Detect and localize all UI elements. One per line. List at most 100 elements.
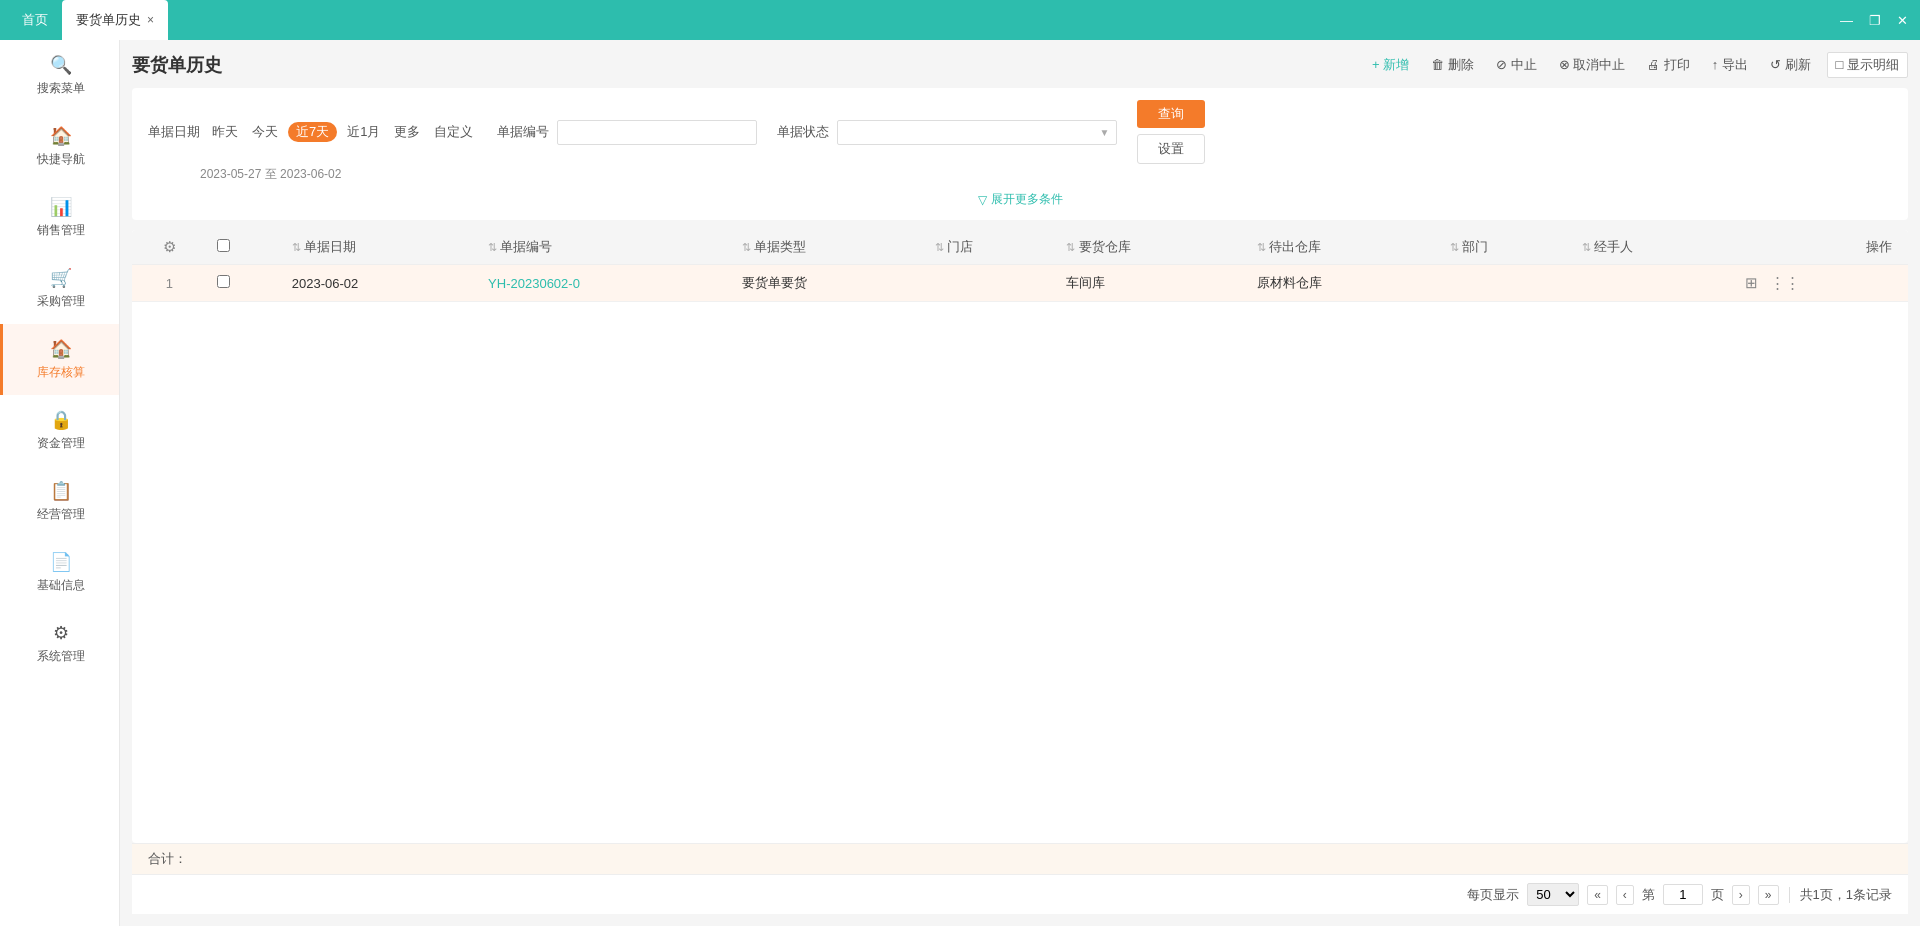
date-filter-label: 单据日期 (148, 123, 200, 141)
first-page-button[interactable]: « (1587, 885, 1608, 905)
toolbar: + 新增 🗑 删除 ⊘ 中止 ⊗ 取消中止 🖨 打印 ↑ 导出 ↺ 刷新 □ 显… (1366, 52, 1908, 78)
docno-filter-label: 单据编号 (497, 123, 549, 141)
cart-icon: 🛒 (50, 267, 72, 289)
checkbox-col-header[interactable] (207, 230, 282, 265)
docno-input[interactable] (557, 120, 757, 145)
sidebar-item-quick-nav[interactable]: 🏠 快捷导航 (0, 111, 119, 182)
table-settings-icon[interactable]: ⚙ (163, 238, 176, 256)
bottom-bar: 合计： (132, 843, 1908, 874)
row-date: 2023-06-02 (282, 265, 478, 302)
col-docno[interactable]: 单据编号 (478, 230, 732, 265)
next-page-button[interactable]: › (1732, 885, 1750, 905)
date-shortcut-yesterday[interactable]: 昨天 (208, 122, 242, 142)
expand-more-button[interactable]: ▽ 展开更多条件 (148, 191, 1892, 208)
col-dept[interactable]: 部门 (1440, 230, 1572, 265)
display-detail-button[interactable]: □ 显示明细 (1827, 52, 1908, 78)
sidebar-item-operations[interactable]: 📋 经营管理 (0, 466, 119, 537)
setting-button[interactable]: 设置 (1137, 134, 1205, 164)
row-req-warehouse: 车间库 (1056, 265, 1247, 302)
tab-close-icon[interactable]: × (147, 13, 154, 27)
tab-purchase-history[interactable]: 要货单历史 × (62, 0, 168, 40)
filter-area: 单据日期 昨天 今天 近7天 近1月 更多 自定义 单据编号 (132, 88, 1908, 220)
table-header-row: ⚙ 单据日期 单据编号 单据类型 门店 要货仓库 待出仓库 部门 经手 (132, 230, 1908, 265)
col-pending-warehouse[interactable]: 待出仓库 (1247, 230, 1440, 265)
stop-button[interactable]: ⊘ 中止 (1490, 53, 1543, 77)
row-checkbox[interactable] (207, 265, 282, 302)
last-page-button[interactable]: » (1758, 885, 1779, 905)
top-bar: 首页 要货单历史 × — ❐ ✕ (0, 0, 1920, 40)
warehouse-icon: 🏠 (50, 338, 72, 360)
date-shortcut-7days[interactable]: 近7天 (288, 122, 337, 142)
prev-page-button[interactable]: ‹ (1616, 885, 1634, 905)
add-button[interactable]: + 新增 (1366, 53, 1415, 77)
per-page-select[interactable]: 50 10 20 100 (1527, 883, 1579, 906)
document-icon: 📄 (50, 551, 72, 573)
sidebar-item-sales[interactable]: 📊 销售管理 (0, 182, 119, 253)
print-button[interactable]: 🖨 打印 (1641, 53, 1696, 77)
table-container: ⚙ 单据日期 单据编号 单据类型 门店 要货仓库 待出仓库 部门 经手 (132, 230, 1908, 843)
jump-prefix: 第 (1642, 886, 1655, 904)
sidebar-item-finance[interactable]: 🔒 资金管理 (0, 395, 119, 466)
home-icon: 🏠 (50, 125, 72, 147)
col-store[interactable]: 门店 (925, 230, 1057, 265)
sidebar: 🔍 搜索菜单 🏠 快捷导航 📊 销售管理 🛒 采购管理 🏠 库存核算 🔒 资金管… (0, 40, 120, 926)
docno-filter-group: 单据编号 (497, 120, 757, 145)
date-filter-group: 单据日期 昨天 今天 近7天 近1月 更多 自定义 (148, 122, 477, 142)
settings-col-header[interactable]: ⚙ (132, 230, 207, 265)
row-pending-warehouse: 原材料仓库 (1247, 265, 1440, 302)
close-icon[interactable]: ✕ (1893, 11, 1912, 30)
window-controls: — ❐ ✕ (1836, 11, 1912, 30)
docstatus-select-wrapper (837, 120, 1117, 145)
row-more-icon[interactable]: ⋮⋮ (1768, 272, 1802, 294)
row-index: 1 (132, 265, 207, 302)
row-store (925, 265, 1057, 302)
minimize-icon[interactable]: — (1836, 11, 1857, 30)
sidebar-item-purchase[interactable]: 🛒 采购管理 (0, 253, 119, 324)
page-header: 要货单历史 + 新增 🗑 删除 ⊘ 中止 ⊗ 取消中止 🖨 打印 ↑ 导出 ↺ … (132, 52, 1908, 78)
query-button[interactable]: 查询 (1137, 100, 1205, 128)
docno-link[interactable]: YH-20230602-0 (488, 276, 580, 291)
sidebar-item-inventory[interactable]: 🏠 库存核算 (0, 324, 119, 395)
filter-actions: 查询 设置 (1137, 100, 1205, 164)
date-range-display: 2023-05-27 至 2023-06-02 (200, 166, 1892, 183)
col-ops: 操作 (1733, 230, 1908, 265)
date-shortcut-today[interactable]: 今天 (248, 122, 282, 142)
col-req-warehouse[interactable]: 要货仓库 (1056, 230, 1247, 265)
expand-down-icon: ▽ (978, 193, 987, 207)
sidebar-item-search-menu[interactable]: 🔍 搜索菜单 (0, 40, 119, 111)
total-label: 合计： (148, 850, 187, 868)
row-doctype: 要货单要货 (732, 265, 925, 302)
search-icon: 🔍 (50, 54, 72, 76)
date-shortcut-more[interactable]: 更多 (390, 122, 424, 142)
data-table: ⚙ 单据日期 单据编号 单据类型 门店 要货仓库 待出仓库 部门 经手 (132, 230, 1908, 302)
gear-icon: ⚙ (53, 622, 69, 644)
chart-icon: 📊 (50, 196, 72, 218)
tab-list: 首页 要货单历史 × (8, 0, 1836, 40)
per-page-label: 每页显示 (1467, 886, 1519, 904)
select-all-checkbox[interactable] (217, 239, 230, 252)
delete-button[interactable]: 🗑 删除 (1425, 53, 1480, 77)
docstatus-filter-group: 单据状态 (777, 120, 1117, 145)
row-edit-icon[interactable]: ⊞ (1743, 272, 1760, 294)
date-shortcut-1month[interactable]: 近1月 (343, 122, 384, 142)
row-ops: ⊞ ⋮⋮ (1733, 265, 1908, 302)
filter-row-1: 单据日期 昨天 今天 近7天 近1月 更多 自定义 单据编号 (148, 100, 1892, 164)
page-input[interactable] (1663, 884, 1703, 905)
docstatus-select[interactable] (837, 120, 1117, 145)
sidebar-item-basic-info[interactable]: 📄 基础信息 (0, 537, 119, 608)
date-shortcut-custom[interactable]: 自定义 (430, 122, 477, 142)
refresh-button[interactable]: ↺ 刷新 (1764, 53, 1817, 77)
col-doctype[interactable]: 单据类型 (732, 230, 925, 265)
restore-icon[interactable]: ❐ (1865, 11, 1885, 30)
tab-home[interactable]: 首页 (8, 0, 62, 40)
clipboard-icon: 📋 (50, 480, 72, 502)
cancel-stop-button[interactable]: ⊗ 取消中止 (1553, 53, 1632, 77)
sidebar-item-system[interactable]: ⚙ 系统管理 (0, 608, 119, 679)
col-handler[interactable]: 经手人 (1572, 230, 1733, 265)
date-shortcuts: 昨天 今天 近7天 近1月 更多 自定义 (208, 122, 477, 142)
lock-icon: 🔒 (50, 409, 72, 431)
table-row: 1 2023-06-02 YH-20230602-0 要货单要货 车间库 原材料… (132, 265, 1908, 302)
row-docno: YH-20230602-0 (478, 265, 732, 302)
export-button[interactable]: ↑ 导出 (1706, 53, 1754, 77)
col-date[interactable]: 单据日期 (282, 230, 478, 265)
